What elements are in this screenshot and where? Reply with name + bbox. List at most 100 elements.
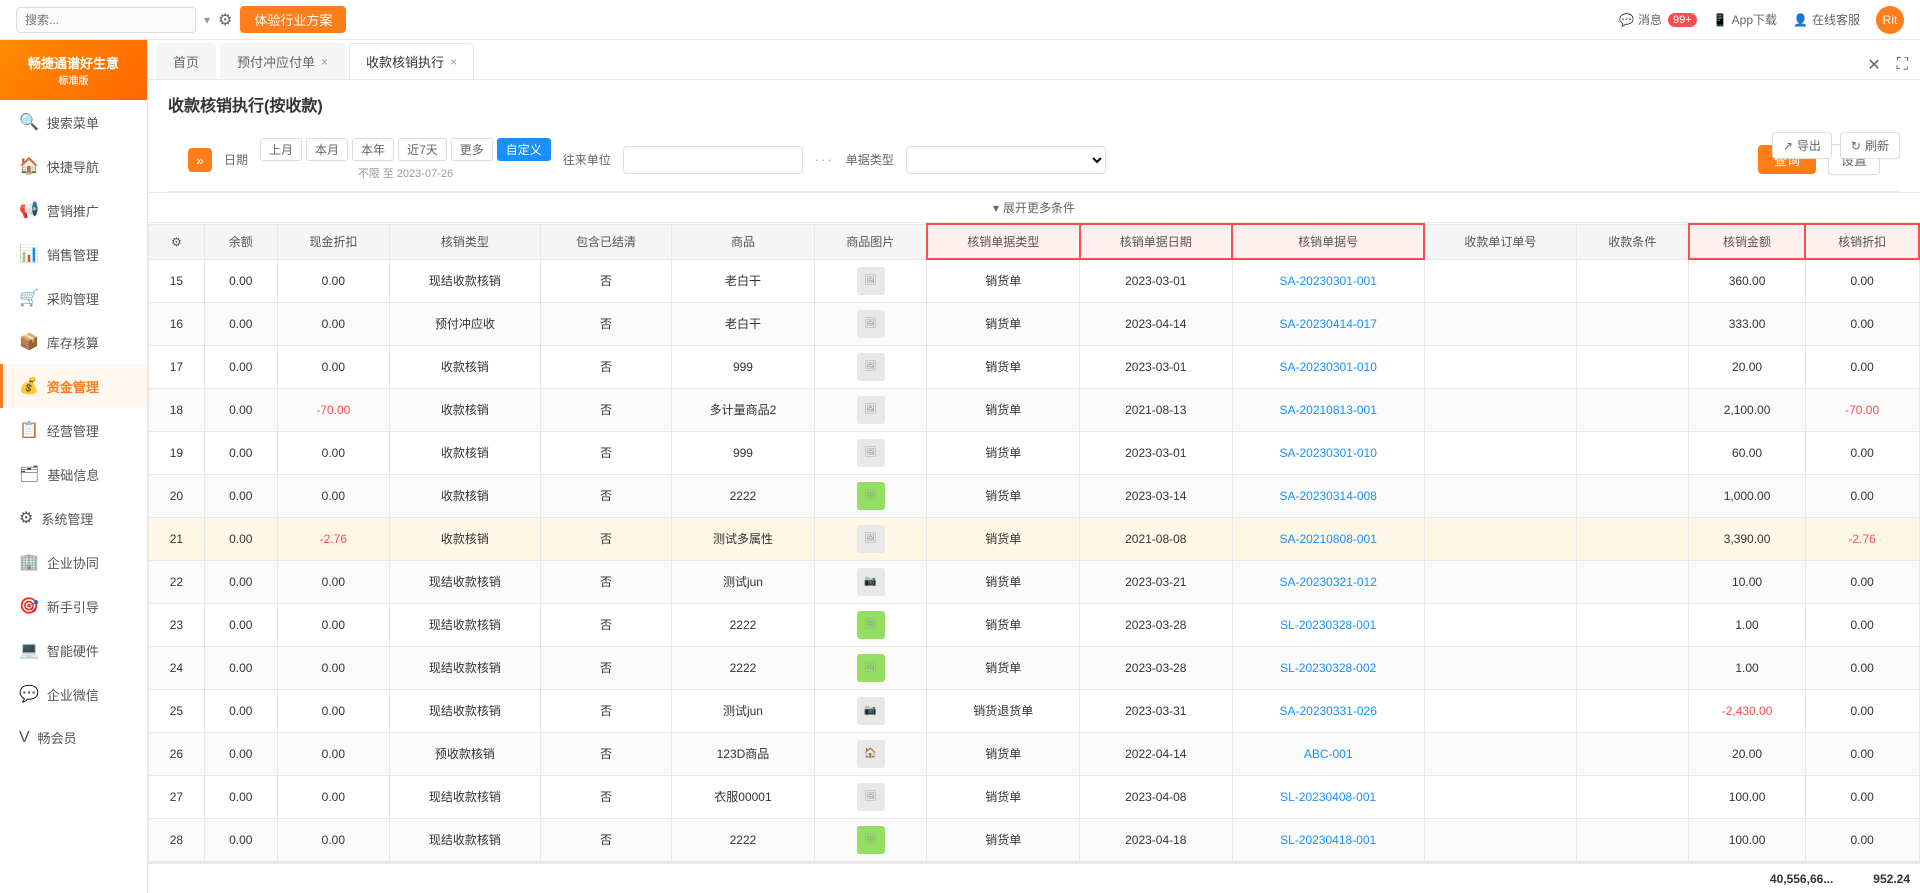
bill-no-link[interactable]: SA-20210808-001 [1279,532,1376,546]
partner-input[interactable] [623,146,803,174]
col-cash-discount: 现金折扣 [277,224,389,259]
bill-no-link[interactable]: SL-20230328-002 [1280,661,1376,675]
verify-amount-cell: -2,430.00 [1689,689,1805,732]
bill-no-link[interactable]: SL-20230408-001 [1280,790,1376,804]
export-button[interactable]: ↗ 导出 [1772,132,1832,159]
product-img-cell: 🖼 [814,388,927,431]
date-btn-last-month[interactable]: 上月 [260,138,302,161]
sidebar-item-finance[interactable]: 💰 资金管理 [0,364,147,408]
bill-no-link[interactable]: SL-20230328-001 [1280,618,1376,632]
include-settled-cell: 否 [540,689,671,732]
verify-amount-cell: 20.00 [1689,345,1805,388]
bill-no-link[interactable]: SA-20230321-012 [1279,575,1376,589]
tab-maximize-icon[interactable]: ⛶ [1893,52,1912,78]
cash-discount-cell: 0.00 [277,689,389,732]
sidebar-item-hardware[interactable]: 💻 智能硬件 [0,628,147,672]
sidebar-item-corp[interactable]: 🏢 企业协同 [0,540,147,584]
refresh-button[interactable]: ↻ 刷新 [1840,132,1900,159]
sidebar-item-label: 系统管理 [41,509,93,528]
verify-amount-cell: 100.00 [1689,818,1805,861]
settings-icon[interactable]: ⚙ [218,10,232,30]
bill-no-link[interactable]: SA-20230331-026 [1279,704,1376,718]
include-settled-cell: 否 [540,517,671,560]
receipt-order-no-cell [1424,474,1576,517]
bill-no-link[interactable]: SA-20230301-010 [1279,446,1376,460]
sidebar-item-inventory[interactable]: 📦 库存核算 [0,320,147,364]
date-btn-this-year[interactable]: 本年 [352,138,394,161]
message-badge[interactable]: 💬 消息 99+ [1619,11,1697,28]
service-label: 在线客服 [1812,11,1860,28]
balance-cell: 0.00 [204,345,277,388]
verify-discount-cell: -2.76 [1805,517,1919,560]
row-number: 24 [149,646,205,689]
sidebar-item-operation[interactable]: 📋 经营管理 [0,408,147,452]
verify-bill-no-cell: SA-20230321-012 [1232,560,1424,603]
verify-amount-cell: 100.00 [1689,775,1805,818]
product-img-cell: 🖼 [814,775,927,818]
app-download[interactable]: 📱 App下载 [1713,11,1777,28]
bill-no-link[interactable]: SA-20230301-001 [1279,274,1376,288]
bill-no-link[interactable]: SA-20230414-017 [1279,317,1376,331]
sidebar-item-search[interactable]: 🔍 搜索菜单 [0,100,147,144]
verify-bill-type-cell: 销货单 [927,259,1080,302]
col-verify-discount: 核销折扣 [1805,224,1919,259]
tab-prepay[interactable]: 预付冲应付单 × [220,43,345,79]
expand-button[interactable]: » [188,148,212,172]
date-btn-this-month[interactable]: 本月 [306,138,348,161]
sidebar-item-wechat[interactable]: 💬 企业微信 [0,672,147,716]
product-cell: 测试jun [672,560,814,603]
date-btn-custom[interactable]: 自定义 [497,138,551,161]
expand-more-button[interactable]: ▾ 展开更多条件 [993,199,1075,216]
row-number: 16 [149,302,205,345]
balance-cell: 0.00 [204,732,277,775]
row-number: 23 [149,603,205,646]
verify-bill-type-cell: 销货单 [927,517,1080,560]
export-label: 导出 [1797,137,1821,154]
message-count: 99+ [1668,13,1697,27]
tab-receipt-close[interactable]: × [450,55,457,69]
bill-no-link[interactable]: SA-20210813-001 [1279,403,1376,417]
date-btn-7days[interactable]: 近7天 [398,138,447,161]
receipt-order-no-cell [1424,689,1576,732]
tab-prepay-close[interactable]: × [321,55,328,69]
hardware-icon: 💻 [19,640,39,660]
sidebar-item-member[interactable]: V 畅会员 [0,716,147,759]
product-cell: 2222 [672,818,814,861]
sidebar-item-sales[interactable]: 📊 销售管理 [0,232,147,276]
sidebar-item-marketing[interactable]: 📢 营销推广 [0,188,147,232]
guide-icon: 🎯 [19,596,39,616]
top-bar-left: ▾ ⚙ 体验行业方案 [16,6,1607,33]
receipt-condition-cell [1576,345,1689,388]
include-settled-cell: 否 [540,646,671,689]
balance-cell: 0.00 [204,560,277,603]
balance-cell: 0.00 [204,775,277,818]
sidebar-item-shortcut[interactable]: 🏠 快捷导航 [0,144,147,188]
wechat-icon: 💬 [19,684,39,704]
sidebar-item-guide[interactable]: 🎯 新手引导 [0,584,147,628]
bill-no-link[interactable]: SA-20230314-008 [1279,489,1376,503]
online-service[interactable]: 👤 在线客服 [1793,11,1860,28]
cash-discount-cell: 0.00 [277,646,389,689]
search-input[interactable] [16,7,196,33]
avatar[interactable]: Rit [1876,6,1904,34]
sidebar-item-basic[interactable]: 🗂 基础信息 [0,452,147,496]
verify-bill-date-cell: 2021-08-13 [1080,388,1233,431]
tab-close-all-icon[interactable]: ✕ [1863,51,1884,79]
verify-discount-cell: 0.00 [1805,603,1919,646]
col-settings[interactable]: ⚙ [149,224,205,259]
industry-button[interactable]: 体验行业方案 [240,6,346,33]
sidebar-item-system[interactable]: ⚙ 系统管理 [0,496,147,540]
date-btn-more[interactable]: 更多 [451,138,493,161]
dropdown-arrow-icon[interactable]: ▾ [204,13,210,27]
cash-discount-cell: 0.00 [277,474,389,517]
tab-receipt[interactable]: 收款核销执行 × [349,43,474,79]
tab-home[interactable]: 首页 [156,43,216,79]
bill-no-link[interactable]: SA-20230301-010 [1279,360,1376,374]
verify-bill-date-cell: 2023-04-08 [1080,775,1233,818]
bill-type-select[interactable] [906,146,1106,174]
sidebar-item-purchase[interactable]: 🛒 采购管理 [0,276,147,320]
bill-no-link[interactable]: ABC-001 [1304,747,1353,761]
bill-no-link[interactable]: SL-20230418-001 [1280,833,1376,847]
col-verify-bill-date: 核销单据日期 [1080,224,1233,259]
verify-type-cell: 现结收款核销 [389,646,540,689]
